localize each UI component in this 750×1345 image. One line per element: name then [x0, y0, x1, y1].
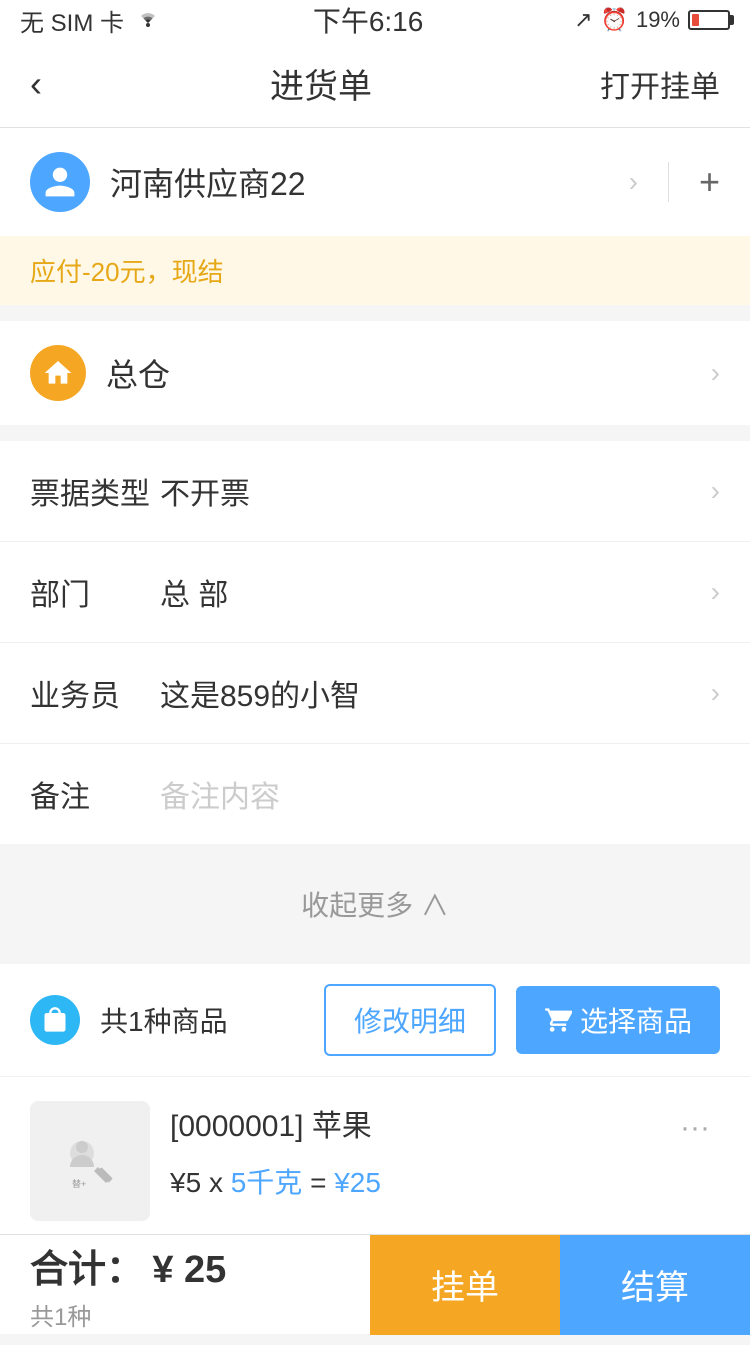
supplier-name: 河南供应商22	[110, 159, 629, 205]
salesperson-label: 业务员	[30, 671, 160, 715]
total-amount: 合计： ¥ 25	[30, 1238, 340, 1293]
salesperson-value: 这是859的小智	[160, 671, 711, 715]
product-info: [0000001] 苹果 ¥5 x 5千克 = ¥25	[170, 1101, 670, 1201]
warehouse-icon	[30, 345, 86, 401]
supplier-info: 河南供应商22 ›	[30, 152, 668, 212]
wifi-icon	[134, 6, 162, 34]
warehouse-section[interactable]: 总仓 ›	[0, 321, 750, 425]
remark-row[interactable]: 备注 备注内容	[0, 744, 750, 844]
main-content: 河南供应商22 › + 应付-20元，现结 总仓 › 票据类型 不开票 ›	[0, 128, 750, 1345]
product-quantity: 5千克	[231, 1167, 303, 1198]
price-multiply: x	[209, 1167, 231, 1198]
form-section: 票据类型 不开票 › 部门 总 部 › 业务员 这是859的小智 › 备注 备注…	[0, 441, 750, 844]
location-icon: ↗	[574, 7, 592, 33]
supplier-avatar	[30, 152, 90, 212]
alarm-icon: ⏰	[601, 7, 628, 33]
remark-label: 备注	[30, 772, 160, 816]
page-title: 进货单	[270, 59, 372, 108]
cart-icon	[544, 1006, 572, 1034]
department-value: 总 部	[160, 570, 711, 614]
warehouse-name: 总仓	[106, 350, 711, 396]
department-label: 部门	[30, 570, 160, 614]
status-bar: 无 SIM 卡 下午6:16 ↗ ⏰ 19%	[0, 0, 750, 40]
salesperson-arrow-icon: ›	[711, 677, 720, 709]
product-header: 共1种商品 修改明细 选择商品	[0, 964, 750, 1076]
select-product-label: 选择商品	[580, 1000, 692, 1040]
supplier-divider	[668, 162, 669, 202]
total-value: ¥ 25	[152, 1249, 226, 1291]
product-total: ¥25	[334, 1167, 381, 1198]
unit-price: ¥5	[170, 1167, 201, 1198]
carrier-text: 无 SIM 卡	[20, 3, 124, 38]
department-arrow-icon: ›	[711, 576, 720, 608]
status-left: 无 SIM 卡	[20, 3, 162, 38]
bottom-bar: 合计： ¥ 25 共1种 挂单 结算	[0, 1234, 750, 1334]
product-count-text: 共1种商品	[100, 1000, 304, 1040]
select-product-button[interactable]: 选择商品	[516, 986, 720, 1054]
invoice-arrow-icon: ›	[711, 475, 720, 507]
battery-percentage: 19%	[636, 7, 680, 33]
total-count: 共1种	[30, 1297, 340, 1332]
product-more-button[interactable]: ···	[670, 1101, 720, 1155]
invoice-row[interactable]: 票据类型 不开票 ›	[0, 441, 750, 542]
open-hang-button[interactable]: 打开挂单	[600, 62, 720, 106]
price-equals: =	[310, 1167, 334, 1198]
product-code: [0000001]	[170, 1110, 303, 1143]
supplier-row[interactable]: 河南供应商22 › +	[0, 128, 750, 236]
product-thumbnail: 替+	[30, 1101, 150, 1221]
svg-text:替+: 替+	[72, 1178, 86, 1189]
status-right: ↗ ⏰ 19%	[574, 7, 730, 33]
product-price: ¥5 x 5千克 = ¥25	[170, 1161, 670, 1201]
supplier-arrow-icon: ›	[629, 166, 638, 198]
total-section: 合计： ¥ 25 共1种	[0, 1238, 370, 1332]
collapse-row[interactable]: 收起更多 ∧	[0, 860, 750, 948]
product-name: [0000001] 苹果	[170, 1101, 670, 1145]
supplier-section: 河南供应商22 › + 应付-20元，现结	[0, 128, 750, 305]
divider	[0, 948, 750, 964]
department-row[interactable]: 部门 总 部 ›	[0, 542, 750, 643]
nav-bar: ‹ 进货单 打开挂单	[0, 40, 750, 128]
warehouse-arrow-icon: ›	[711, 357, 720, 389]
back-button[interactable]: ‹	[30, 63, 42, 105]
battery-icon	[688, 10, 730, 30]
modify-detail-button[interactable]: 修改明细	[324, 984, 496, 1056]
home-icon	[42, 357, 74, 389]
salesperson-row[interactable]: 业务员 这是859的小智 ›	[0, 643, 750, 744]
total-label: 合计：	[30, 1249, 144, 1291]
time-display: 下午6:16	[313, 0, 424, 40]
product-section: 共1种商品 修改明细 选择商品 替+	[0, 964, 750, 1245]
hang-button[interactable]: 挂单	[370, 1235, 560, 1335]
remark-placeholder: 备注内容	[160, 772, 720, 816]
invoice-value: 不开票	[160, 469, 711, 513]
checkout-button[interactable]: 结算	[560, 1235, 750, 1335]
collapse-label: 收起更多 ∧	[301, 884, 449, 924]
shopping-bag-icon	[41, 1006, 69, 1034]
product-count-icon	[30, 995, 80, 1045]
add-supplier-button[interactable]: +	[699, 161, 720, 203]
warehouse-row[interactable]: 总仓 ›	[0, 321, 750, 425]
product-item: 替+ [0000001] 苹果 ¥5 x 5千克 = ¥25 ···	[0, 1076, 750, 1245]
notice-bar: 应付-20元，现结	[0, 236, 750, 305]
product-title: 苹果	[312, 1110, 372, 1143]
product-image-icon: 替+	[60, 1131, 120, 1191]
person-icon	[42, 164, 78, 200]
invoice-label: 票据类型	[30, 469, 160, 513]
